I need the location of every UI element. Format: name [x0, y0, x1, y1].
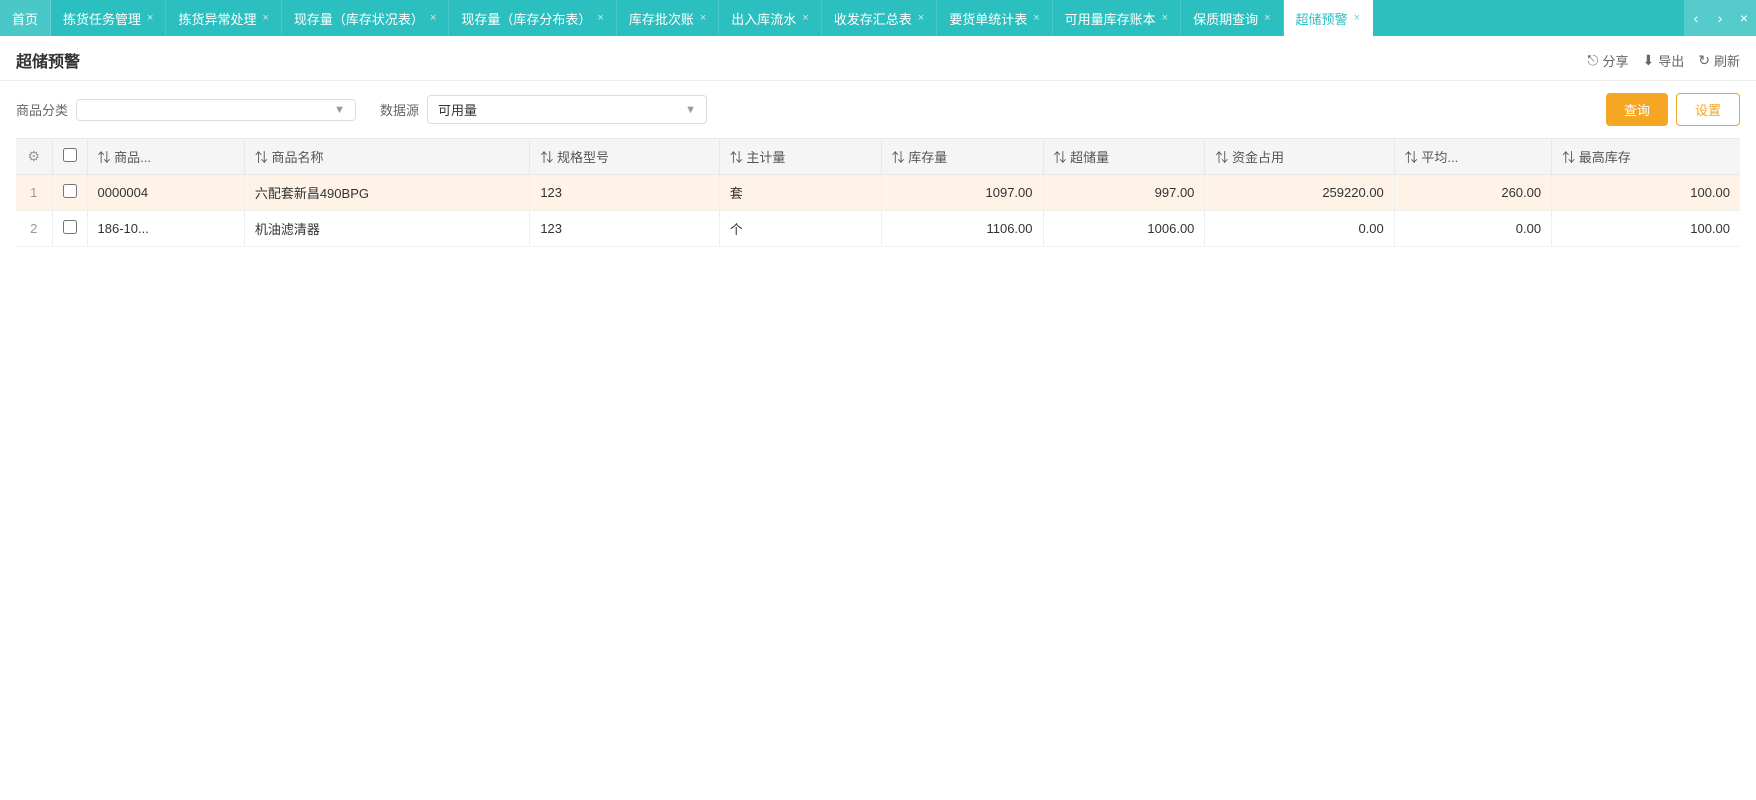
nav-item-stock-status[interactable]: 现存量（库存状况表） ×: [282, 0, 449, 36]
header-actions: ⎋ 分享 ⬇ 导出 ↻ 刷新: [1587, 51, 1740, 70]
col-stock[interactable]: ⇅ 库存量: [881, 139, 1043, 175]
filter-actions: 查询 设置: [1606, 93, 1740, 126]
close-icon[interactable]: ×: [1033, 12, 1039, 24]
row-checkbox[interactable]: [63, 220, 77, 234]
page-title: 超储预警: [16, 48, 80, 72]
cell-max-stock: 100.00: [1552, 211, 1740, 247]
settings-button[interactable]: 设置: [1676, 93, 1740, 126]
row-checkbox-cell[interactable]: [52, 175, 87, 211]
nav-close-button[interactable]: ×: [1732, 0, 1756, 36]
cell-spec: 123: [530, 211, 719, 247]
nav-arrows: ‹ › ×: [1684, 0, 1756, 36]
page-header: 超储预警 ⎋ 分享 ⬇ 导出 ↻ 刷新: [0, 36, 1756, 81]
row-checkbox-cell[interactable]: [52, 211, 87, 247]
chevron-down-icon: ▼: [685, 104, 696, 116]
table-body: 1 0000004 六配套新昌490BPG 123 套 1097.00 997.…: [16, 175, 1740, 247]
close-icon[interactable]: ×: [1264, 12, 1270, 24]
data-table: ⚙ ⇅ 商品... ⇅ 商品名称 ⇅ 规格型号: [16, 138, 1740, 247]
nav-next-button[interactable]: ›: [1708, 0, 1732, 36]
col-avg[interactable]: ⇅ 平均...: [1394, 139, 1551, 175]
nav-prev-button[interactable]: ‹: [1684, 0, 1708, 36]
table-row: 2 186-10... 机油滤清器 123 个 1106.00 1006.00 …: [16, 211, 1740, 247]
nav-item-overstock[interactable]: 超储预警 ×: [1284, 0, 1373, 36]
cell-unit: 套: [719, 175, 881, 211]
cell-avg: 0.00: [1394, 211, 1551, 247]
col-product-name[interactable]: ⇅ 商品名称: [244, 139, 529, 175]
close-icon[interactable]: ×: [802, 12, 808, 24]
nav-item-exception[interactable]: 拣货异常处理 ×: [166, 0, 281, 36]
gear-header: ⚙: [16, 139, 52, 175]
query-button[interactable]: 查询: [1606, 93, 1668, 126]
col-product-code[interactable]: ⇅ 商品...: [87, 139, 244, 175]
close-icon[interactable]: ×: [700, 12, 706, 24]
row-number: 2: [16, 211, 52, 247]
cell-product-name: 机油滤清器: [244, 211, 529, 247]
nav-item-batch[interactable]: 库存批次账 ×: [617, 0, 719, 36]
datasource-select-value: 可用量: [438, 100, 477, 119]
close-icon[interactable]: ×: [1354, 12, 1360, 24]
col-capital[interactable]: ⇅ 资金占用: [1205, 139, 1394, 175]
datasource-label: 数据源: [380, 100, 419, 119]
top-nav: 首页 拣货任务管理 × 拣货异常处理 × 现存量（库存状况表） × 现存量（库存…: [0, 0, 1756, 36]
cell-capital: 0.00: [1205, 211, 1394, 247]
nav-item-order-stats[interactable]: 要货单统计表 ×: [937, 0, 1052, 36]
cell-capital: 259220.00: [1205, 175, 1394, 211]
cell-spec: 123: [530, 175, 719, 211]
share-button[interactable]: ⎋ 分享: [1587, 51, 1628, 70]
filter-row: 商品分类 ▼ 数据源 可用量 ▼ 查询 设置: [0, 81, 1756, 138]
cell-product-code: 0000004: [87, 175, 244, 211]
close-icon[interactable]: ×: [918, 12, 924, 24]
close-icon[interactable]: ×: [430, 12, 436, 24]
cell-product-code: 186-10...: [87, 211, 244, 247]
category-filter: 商品分类 ▼: [16, 99, 356, 121]
cell-overstock: 997.00: [1043, 175, 1205, 211]
nav-item-available[interactable]: 可用量库存账本 ×: [1053, 0, 1181, 36]
row-checkbox[interactable]: [63, 184, 77, 198]
close-icon[interactable]: ×: [1162, 12, 1168, 24]
nav-item-stock-dist[interactable]: 现存量（库存分布表） ×: [449, 0, 616, 36]
close-icon[interactable]: ×: [147, 12, 153, 24]
table-container: ⚙ ⇅ 商品... ⇅ 商品名称 ⇅ 规格型号: [0, 138, 1756, 247]
cell-stock: 1097.00: [881, 175, 1043, 211]
cell-unit: 个: [719, 211, 881, 247]
settings-icon[interactable]: ⚙: [27, 148, 40, 164]
table-header-row: ⚙ ⇅ 商品... ⇅ 商品名称 ⇅ 规格型号: [16, 139, 1740, 175]
export-icon: ⬇: [1643, 52, 1655, 69]
col-max-stock[interactable]: ⇅ 最高库存: [1552, 139, 1740, 175]
cell-overstock: 1006.00: [1043, 211, 1205, 247]
refresh-button[interactable]: ↻ 刷新: [1698, 51, 1740, 70]
nav-item-summary[interactable]: 收发存汇总表 ×: [822, 0, 937, 36]
refresh-icon: ↻: [1698, 52, 1710, 69]
col-overstock[interactable]: ⇅ 超储量: [1043, 139, 1205, 175]
datasource-select[interactable]: 可用量 ▼: [427, 95, 707, 124]
nav-item-expiry[interactable]: 保质期查询 ×: [1181, 0, 1283, 36]
chevron-down-icon: ▼: [334, 104, 345, 116]
cell-max-stock: 100.00: [1552, 175, 1740, 211]
nav-item-flow[interactable]: 出入库流水 ×: [719, 0, 821, 36]
nav-item-task-mgmt[interactable]: 拣货任务管理 ×: [51, 0, 166, 36]
datasource-filter: 数据源 可用量 ▼: [380, 95, 707, 124]
col-unit[interactable]: ⇅ 主计量: [719, 139, 881, 175]
row-number: 1: [16, 175, 52, 211]
category-select[interactable]: ▼: [76, 99, 356, 121]
cell-product-name: 六配套新昌490BPG: [244, 175, 529, 211]
col-spec[interactable]: ⇅ 规格型号: [530, 139, 719, 175]
cell-avg: 260.00: [1394, 175, 1551, 211]
table-row: 1 0000004 六配套新昌490BPG 123 套 1097.00 997.…: [16, 175, 1740, 211]
page-content: 超储预警 ⎋ 分享 ⬇ 导出 ↻ 刷新 商品分类 ▼ 数据源: [0, 36, 1756, 800]
export-button[interactable]: ⬇ 导出: [1643, 51, 1685, 70]
checkbox-header[interactable]: [52, 139, 87, 175]
cell-stock: 1106.00: [881, 211, 1043, 247]
category-label: 商品分类: [16, 100, 68, 119]
close-icon[interactable]: ×: [262, 12, 268, 24]
select-all-checkbox[interactable]: [63, 148, 77, 162]
close-icon[interactable]: ×: [597, 12, 603, 24]
nav-item-home[interactable]: 首页: [0, 0, 51, 36]
share-icon: ⎋: [1587, 52, 1598, 69]
